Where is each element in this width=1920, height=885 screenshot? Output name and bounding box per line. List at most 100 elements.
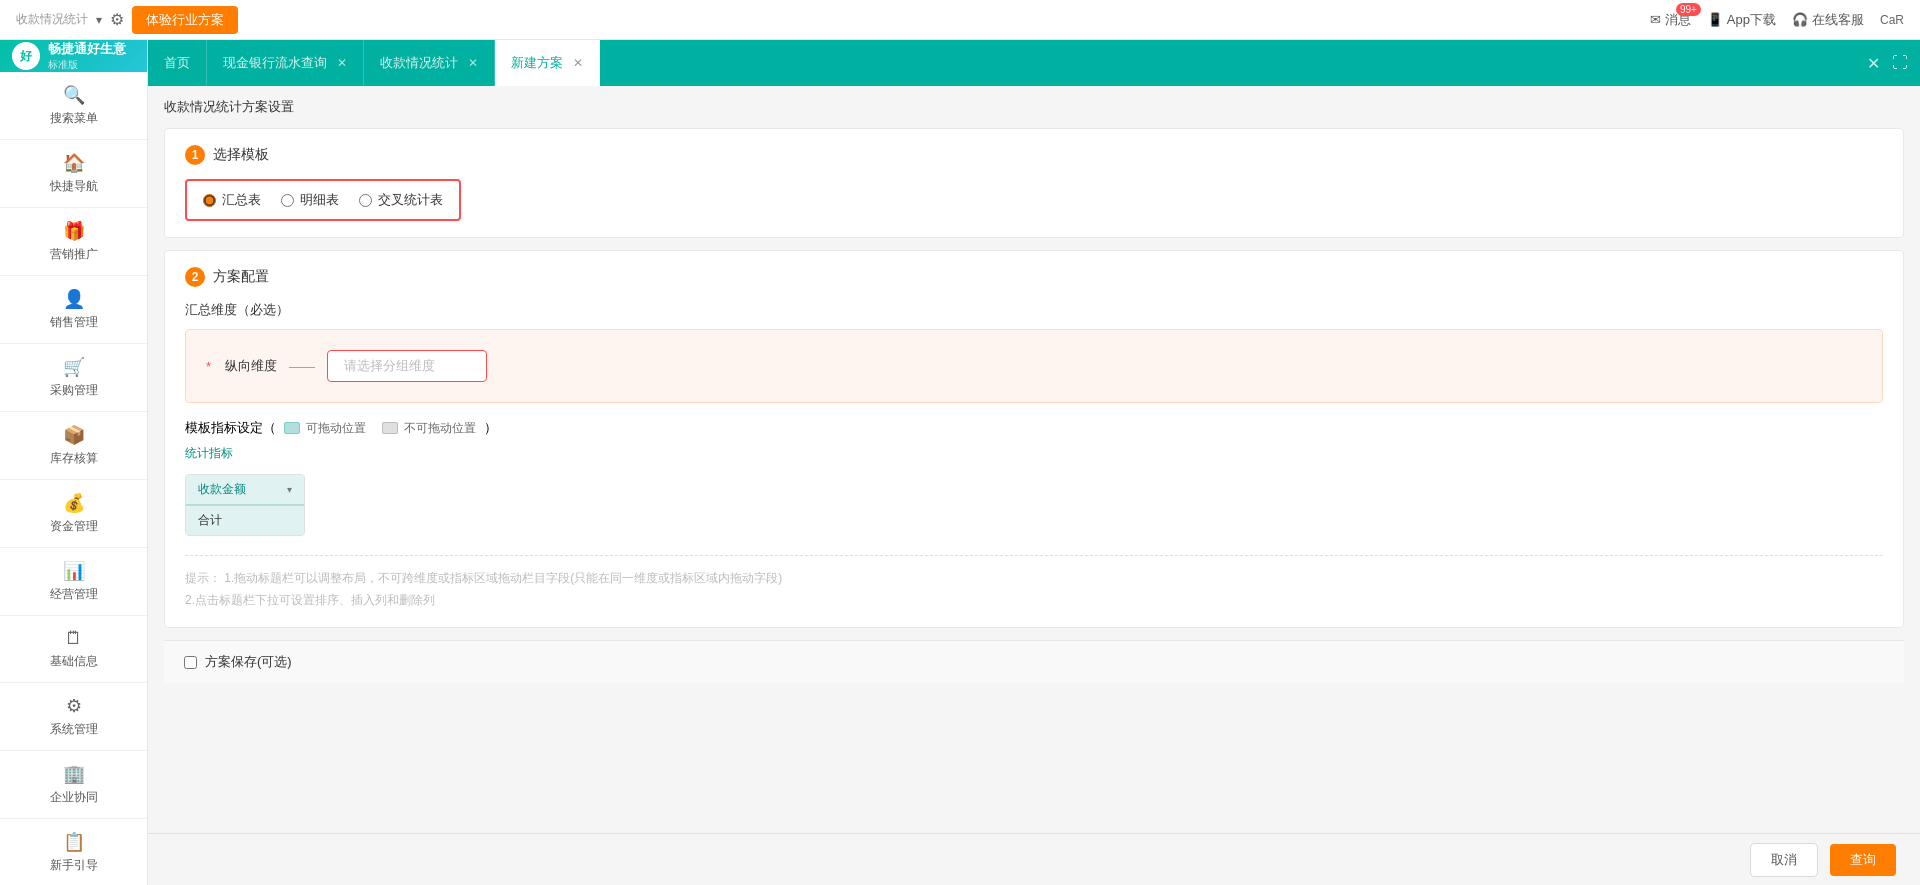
radio-cross-label: 交叉统计表 [378,191,443,209]
radio-detail-label: 明细表 [300,191,339,209]
step2-content: 汇总维度（必选） * 纵向维度 —— 请选择分组维度 [185,301,1883,611]
dropdown-icon: ▾ [96,13,102,27]
sidebar-label-system: 系统管理 [50,721,98,738]
sidebar-label-baseinfo: 基础信息 [50,653,98,670]
person-icon: 👤 [63,288,85,310]
tab-new-plan-label: 新建方案 [511,54,563,72]
sidebar-label-newbie: 新手引导 [50,857,98,874]
tab-home[interactable]: 首页 [148,40,207,86]
metrics-table-row1: 合计 [186,505,304,535]
radio-summary-input[interactable] [203,194,216,207]
page-title: 收款情况统计方案设置 [164,98,1904,116]
query-button[interactable]: 查询 [1830,844,1896,876]
building-icon: 🏢 [63,763,85,785]
tab-receipt-stats-label: 收款情况统计 [380,54,458,72]
sidebar-label-sales: 销售管理 [50,314,98,331]
sidebar-item-baseinfo[interactable]: 🗒 基础信息 [0,616,147,683]
tab-home-label: 首页 [164,54,190,72]
step1-card: 1 选择模板 汇总表 明细表 [164,128,1904,238]
gear-icon: ⚙ [110,11,124,28]
tab-bank-flow[interactable]: 现金银行流水查询 ✕ [207,40,364,86]
fixed-box [382,422,398,434]
sidebar-item-quick-nav[interactable]: 🏠 快捷导航 [0,140,147,208]
dimension-selector[interactable]: 请选择分组维度 [327,350,487,382]
breadcrumb: 收款情况统计 [16,11,88,28]
download-icon: 📱 [1707,12,1723,27]
radio-group: 汇总表 明细表 交叉统计表 [203,191,443,209]
tab-bar-actions: ✕ ⛶ [1863,50,1920,77]
metrics-table: 收款金额 ▾ 合计 [185,474,305,536]
save-section: 方案保存(可选) [164,640,1904,683]
subsection-label: 汇总维度（必选） [185,301,1883,319]
tab-bar: 首页 现金银行流水查询 ✕ 收款情况统计 ✕ 新建方案 ✕ ✕ ⛶ [148,40,1920,86]
chevron-down-icon[interactable]: ▾ [287,484,292,495]
vertical-dim-label: 纵向维度 [225,357,277,375]
tab-expand-btn[interactable]: ⛶ [1888,50,1912,76]
message-icon: ✉ [1650,12,1661,27]
sidebar-item-enterprise[interactable]: 🏢 企业协同 [0,751,147,819]
sidebar-item-purchase[interactable]: 🛒 采购管理 [0,344,147,412]
tab-receipt-stats-close[interactable]: ✕ [468,57,478,69]
tab-receipt-stats[interactable]: 收款情况统计 ✕ [364,40,495,86]
step2-num: 2 [185,267,205,287]
support-icon: 🎧 [1792,12,1808,27]
footer-bar: 取消 查询 [148,833,1920,885]
app-download-item[interactable]: 📱 App下载 [1707,11,1776,29]
metrics-header-text: 模板指标设定（ [185,419,276,437]
chart-icon: 📊 [63,560,85,582]
step1-num: 1 [185,145,205,165]
box-icon: 📦 [63,424,85,446]
step1-label: 选择模板 [213,146,269,164]
main-layout: 好 畅捷通好生意 标准版 🔍 搜索菜单 🏠 快捷导航 🎁 营销推广 👤 销售管理… [0,40,1920,885]
template-selector: 汇总表 明细表 交叉统计表 [185,179,461,221]
radio-cross-input[interactable] [359,194,372,207]
sidebar-label-marketing: 营销推广 [50,246,98,263]
sidebar-item-system[interactable]: ⚙ 系统管理 [0,683,147,751]
tab-close-all-btn[interactable]: ✕ [1863,50,1884,77]
metrics-section-label: 统计指标 [185,445,1883,462]
system-icon: ⚙ [66,695,82,717]
legend-draggable: 可拖动位置 [284,420,366,437]
gear-button[interactable]: ⚙ [110,10,124,29]
sidebar-item-newbie[interactable]: 📋 新手引导 [0,819,147,885]
required-mark: * [206,359,211,374]
step1-header: 1 选择模板 [185,145,1883,165]
step2-card: 2 方案配置 汇总维度（必选） * 纵向维度 —— 请选 [164,250,1904,628]
newbie-icon: 📋 [63,831,85,853]
save-checkbox[interactable] [184,656,197,669]
sidebar-label-operations: 经营管理 [50,586,98,603]
metrics-label-row: 模板指标设定（ 可拖动位置 不可拖动位置 ） [185,419,1883,437]
cancel-button[interactable]: 取消 [1750,843,1818,877]
sidebar-item-finance[interactable]: 💰 资金管理 [0,480,147,548]
sidebar-item-marketing[interactable]: 🎁 营销推广 [0,208,147,276]
notification-item[interactable]: ✉ 消息 99+ [1650,11,1691,29]
legend-draggable-label: 可拖动位置 [306,420,366,437]
tips-section: 提示： 1.拖动标题栏可以调整布局，不可跨维度或指标区域拖动栏目字段(只能在同一… [185,555,1883,611]
logo-text-group: 畅捷通好生意 标准版 [48,40,126,72]
radio-summary[interactable]: 汇总表 [203,191,261,209]
legend-suffix: ） [484,419,497,437]
breadcrumb-dropdown[interactable]: ▾ [96,13,102,27]
tab-bank-flow-close[interactable]: ✕ [337,57,347,69]
trial-button[interactable]: 体验行业方案 [132,6,238,34]
tab-new-plan[interactable]: 新建方案 ✕ [495,40,600,86]
logo-text: 畅捷通好生意 [48,40,126,58]
sidebar-item-operations[interactable]: 📊 经营管理 [0,548,147,616]
sidebar-item-search[interactable]: 🔍 搜索菜单 [0,72,147,140]
tab-new-plan-close[interactable]: ✕ [573,57,583,69]
online-support-item[interactable]: 🎧 在线客服 [1792,11,1864,29]
radio-detail[interactable]: 明细表 [281,191,339,209]
radio-cross[interactable]: 交叉统计表 [359,191,443,209]
sidebar-item-sales[interactable]: 👤 销售管理 [0,276,147,344]
content-area: 首页 现金银行流水查询 ✕ 收款情况统计 ✕ 新建方案 ✕ ✕ ⛶ 收款情况统计… [148,40,1920,885]
draggable-box [284,422,300,434]
radio-detail-input[interactable] [281,194,294,207]
tip2: 2.点击标题栏下拉可设置排序、插入列和删除列 [185,590,1883,612]
metrics-col1-header: 收款金额 [198,481,246,498]
metrics-table-header[interactable]: 收款金额 ▾ [186,475,304,505]
sidebar-label-finance: 资金管理 [50,518,98,535]
sidebar-label-enterprise: 企业协同 [50,789,98,806]
sidebar-label-inventory: 库存核算 [50,450,98,467]
sidebar-item-inventory[interactable]: 📦 库存核算 [0,412,147,480]
sidebar: 好 畅捷通好生意 标准版 🔍 搜索菜单 🏠 快捷导航 🎁 营销推广 👤 销售管理… [0,40,148,885]
